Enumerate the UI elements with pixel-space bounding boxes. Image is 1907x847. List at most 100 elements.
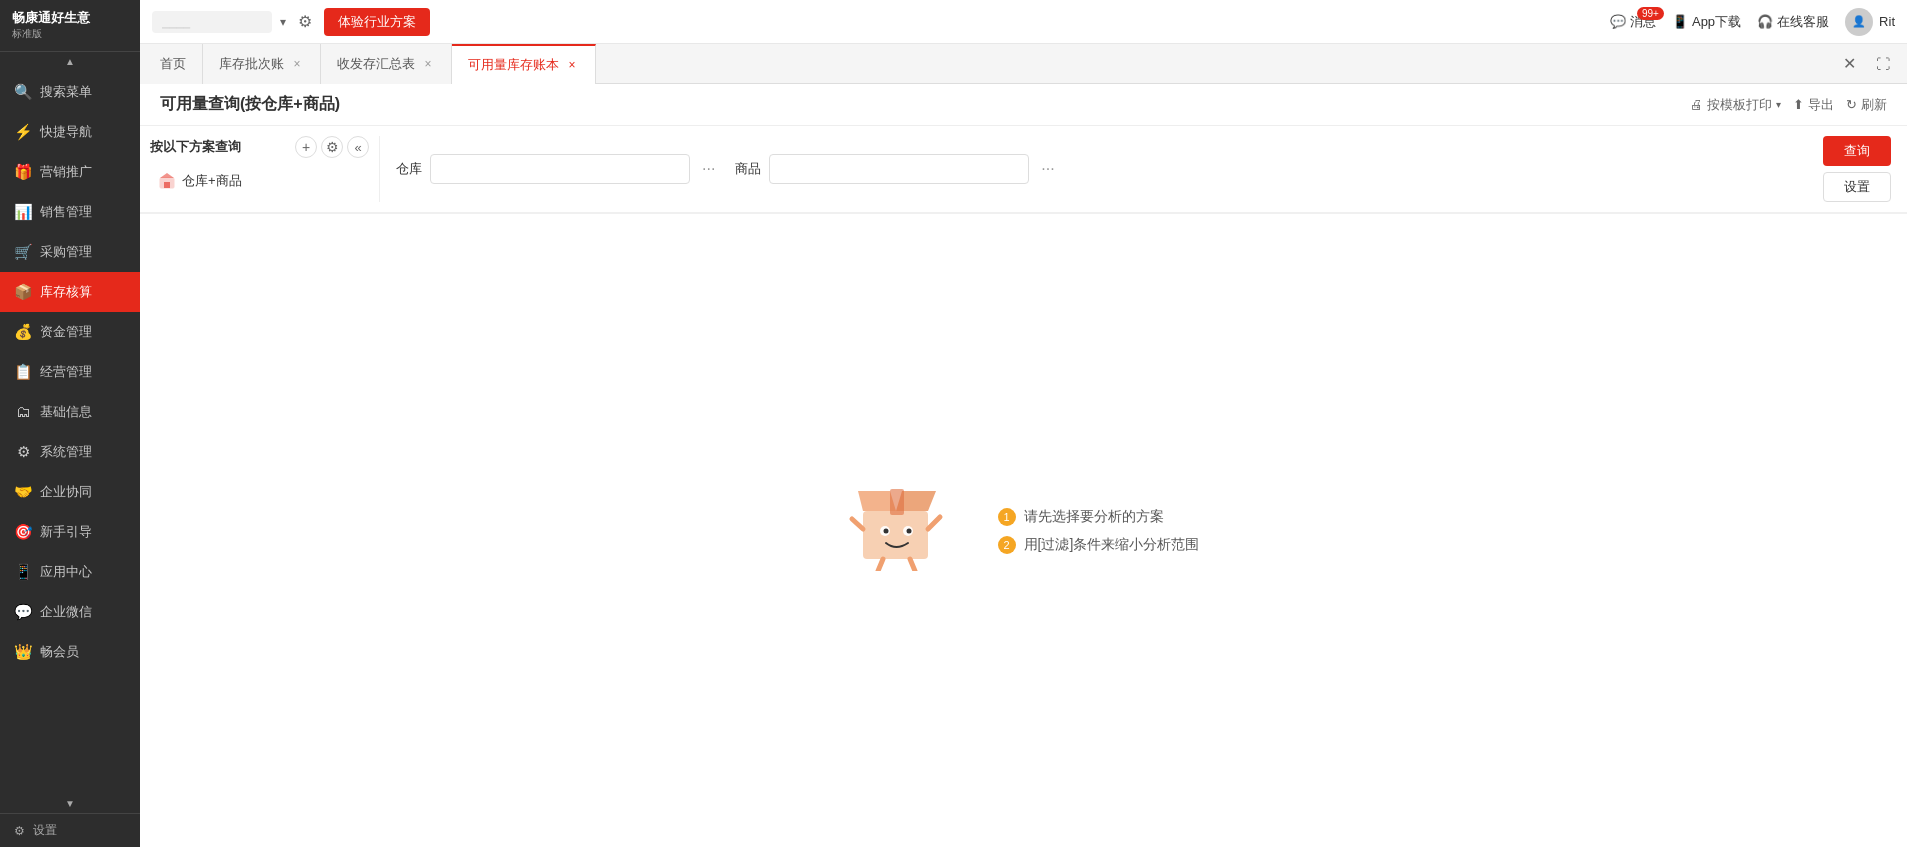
headset-icon: 🎧 — [1757, 14, 1773, 29]
industry-btn[interactable]: 体验行业方案 — [324, 8, 430, 36]
sidebar-label-member: 畅会员 — [40, 643, 79, 661]
svg-line-11 — [852, 519, 863, 529]
empty-step-1-text: 请先选择要分析的方案 — [1024, 508, 1164, 526]
sidebar-item-system[interactable]: ⚙ 系统管理 — [0, 432, 140, 472]
step-2-num: 2 — [998, 536, 1016, 554]
sidebar-item-app-center[interactable]: 📱 应用中心 — [0, 552, 140, 592]
capital-icon: 💰 — [14, 323, 32, 341]
tab-batch-account-label: 库存批次账 — [219, 55, 284, 73]
sidebar-item-enterprise-coop[interactable]: 🤝 企业协同 — [0, 472, 140, 512]
sidebar-item-capital[interactable]: 💰 资金管理 — [0, 312, 140, 352]
product-input[interactable] — [769, 154, 1029, 184]
print-chevron-icon: ▾ — [1776, 99, 1781, 110]
tabs-close-all-btn[interactable]: ✕ — [1835, 50, 1863, 78]
filter-row-1: 仓库 ··· 商品 ··· 查询 设置 — [396, 136, 1891, 202]
sidebar-label-enterprise-coop: 企业协同 — [40, 483, 92, 501]
svg-rect-3 — [863, 511, 928, 559]
sidebar-item-ops[interactable]: 📋 经营管理 — [0, 352, 140, 392]
topbar-msg[interactable]: 💬 消息 99+ — [1610, 13, 1656, 31]
sidebar-item-search[interactable]: 🔍 搜索菜单 — [0, 72, 140, 112]
sidebar-item-purchase[interactable]: 🛒 采购管理 — [0, 232, 140, 272]
step-1-num: 1 — [998, 508, 1016, 526]
topbar-service-label: 在线客服 — [1777, 13, 1829, 31]
sidebar-scroll-down[interactable]: ▼ — [0, 793, 140, 813]
logo-title: 畅康通好生意 — [12, 10, 128, 27]
sidebar-scroll-up[interactable]: ▲ — [0, 52, 140, 72]
page-content: 可用量查询(按仓库+商品) 🖨 按模板打印 ▾ ⬆ 导出 ↻ 刷新 — [140, 84, 1907, 847]
sidebar-label-basic-info: 基础信息 — [40, 403, 92, 421]
scheme-warehouse-product[interactable]: 仓库+商品 — [150, 166, 369, 196]
main-area: ⎯⎯⎯⎯ ▾ ⚙ 体验行业方案 💬 消息 99+ 📱 App下载 🎧 在线客服 … — [140, 0, 1907, 847]
export-btn[interactable]: ⬆ 导出 — [1793, 96, 1834, 114]
quick-nav-icon: ⚡ — [14, 123, 32, 141]
empty-step-2-text: 用[过滤]条件来缩小分析范围 — [1024, 536, 1200, 554]
printer-icon: 🖨 — [1690, 97, 1703, 112]
product-label: 商品 — [735, 160, 761, 178]
new-guide-icon: 🎯 — [14, 523, 32, 541]
avatar: 👤 — [1845, 8, 1873, 36]
topbar-dropdown[interactable]: ▾ — [280, 15, 286, 29]
member-icon: 👑 — [14, 643, 32, 661]
scheme-collapse-btn[interactable]: « — [347, 136, 369, 158]
warehouse-label: 仓库 — [396, 160, 422, 178]
sales-icon: 📊 — [14, 203, 32, 221]
sidebar-label-inventory: 库存核算 — [40, 283, 92, 301]
export-label: 导出 — [1808, 96, 1834, 114]
empty-icon-wrap — [848, 471, 968, 591]
sidebar-item-quick-nav[interactable]: ⚡ 快捷导航 — [0, 112, 140, 152]
print-label: 按模板打印 — [1707, 96, 1772, 114]
tab-batch-account[interactable]: 库存批次账 × — [203, 44, 321, 84]
sidebar-item-new-guide[interactable]: 🎯 新手引导 — [0, 512, 140, 552]
tab-batch-account-close[interactable]: × — [290, 57, 304, 71]
tab-receipt-summary[interactable]: 收发存汇总表 × — [321, 44, 452, 84]
tabs-bar-actions: ✕ ⛶ — [1835, 50, 1907, 78]
refresh-label: 刷新 — [1861, 96, 1887, 114]
empty-box-svg — [848, 471, 948, 571]
topbar-right: 💬 消息 99+ 📱 App下载 🎧 在线客服 👤 Rit — [1610, 8, 1895, 36]
ops-icon: 📋 — [14, 363, 32, 381]
tab-available-ledger[interactable]: 可用量库存账本 × — [452, 44, 596, 84]
add-scheme-btn[interactable]: + — [295, 136, 317, 158]
topbar-service[interactable]: 🎧 在线客服 — [1757, 13, 1829, 31]
message-icon: 💬 — [1610, 14, 1626, 29]
product-more-btn[interactable]: ··· — [1037, 160, 1058, 178]
scheme-settings-btn[interactable]: ⚙ — [321, 136, 343, 158]
refresh-icon: ↻ — [1846, 97, 1857, 112]
filter-field-product: 商品 ··· — [735, 154, 1058, 184]
topbar-app[interactable]: 📱 App下载 — [1672, 13, 1741, 31]
topbar-app-label: App下载 — [1692, 13, 1741, 31]
sidebar-bottom[interactable]: ⚙ 设置 — [0, 813, 140, 847]
warehouse-input[interactable] — [430, 154, 690, 184]
sidebar-item-marketing[interactable]: 🎁 营销推广 — [0, 152, 140, 192]
topbar-user[interactable]: 👤 Rit — [1845, 8, 1895, 36]
topbar-gear-icon[interactable]: ⚙ — [298, 12, 312, 31]
sidebar-label-capital: 资金管理 — [40, 323, 92, 341]
svg-rect-2 — [164, 182, 170, 188]
phone-icon: 📱 — [1672, 14, 1688, 29]
topbar-search-display: ⎯⎯⎯⎯ — [152, 11, 272, 33]
filter-scheme-actions: + ⚙ « — [295, 136, 369, 158]
query-btn[interactable]: 查询 — [1823, 136, 1891, 166]
enterprise-coop-icon: 🤝 — [14, 483, 32, 501]
filter-actions-right: 查询 设置 — [1823, 136, 1891, 202]
sidebar-item-enterprise-wechat[interactable]: 💬 企业微信 — [0, 592, 140, 632]
tab-home[interactable]: 首页 — [140, 44, 203, 84]
tab-receipt-summary-close[interactable]: × — [421, 57, 435, 71]
filter-settings-btn[interactable]: 设置 — [1823, 172, 1891, 202]
tab-available-ledger-close[interactable]: × — [565, 58, 579, 72]
sidebar-items: 🔍 搜索菜单 ⚡ 快捷导航 🎁 营销推广 📊 销售管理 🛒 采购管理 📦 库存核… — [0, 72, 140, 793]
username: Rit — [1879, 14, 1895, 29]
settings-icon: ⚙ — [14, 824, 25, 838]
warehouse-more-btn[interactable]: ··· — [698, 160, 719, 178]
export-icon: ⬆ — [1793, 97, 1804, 112]
tabs-expand-btn[interactable]: ⛶ — [1869, 50, 1897, 78]
sidebar-label-system: 系统管理 — [40, 443, 92, 461]
refresh-btn[interactable]: ↻ 刷新 — [1846, 96, 1887, 114]
empty-step-1: 1 请先选择要分析的方案 — [998, 508, 1200, 526]
sidebar-item-inventory[interactable]: 📦 库存核算 — [0, 272, 140, 312]
sidebar-item-sales[interactable]: 📊 销售管理 — [0, 192, 140, 232]
sidebar-item-basic-info[interactable]: 🗂 基础信息 — [0, 392, 140, 432]
tab-home-label: 首页 — [160, 55, 186, 73]
sidebar-item-member[interactable]: 👑 畅会员 — [0, 632, 140, 672]
print-btn[interactable]: 🖨 按模板打印 ▾ — [1690, 96, 1781, 114]
